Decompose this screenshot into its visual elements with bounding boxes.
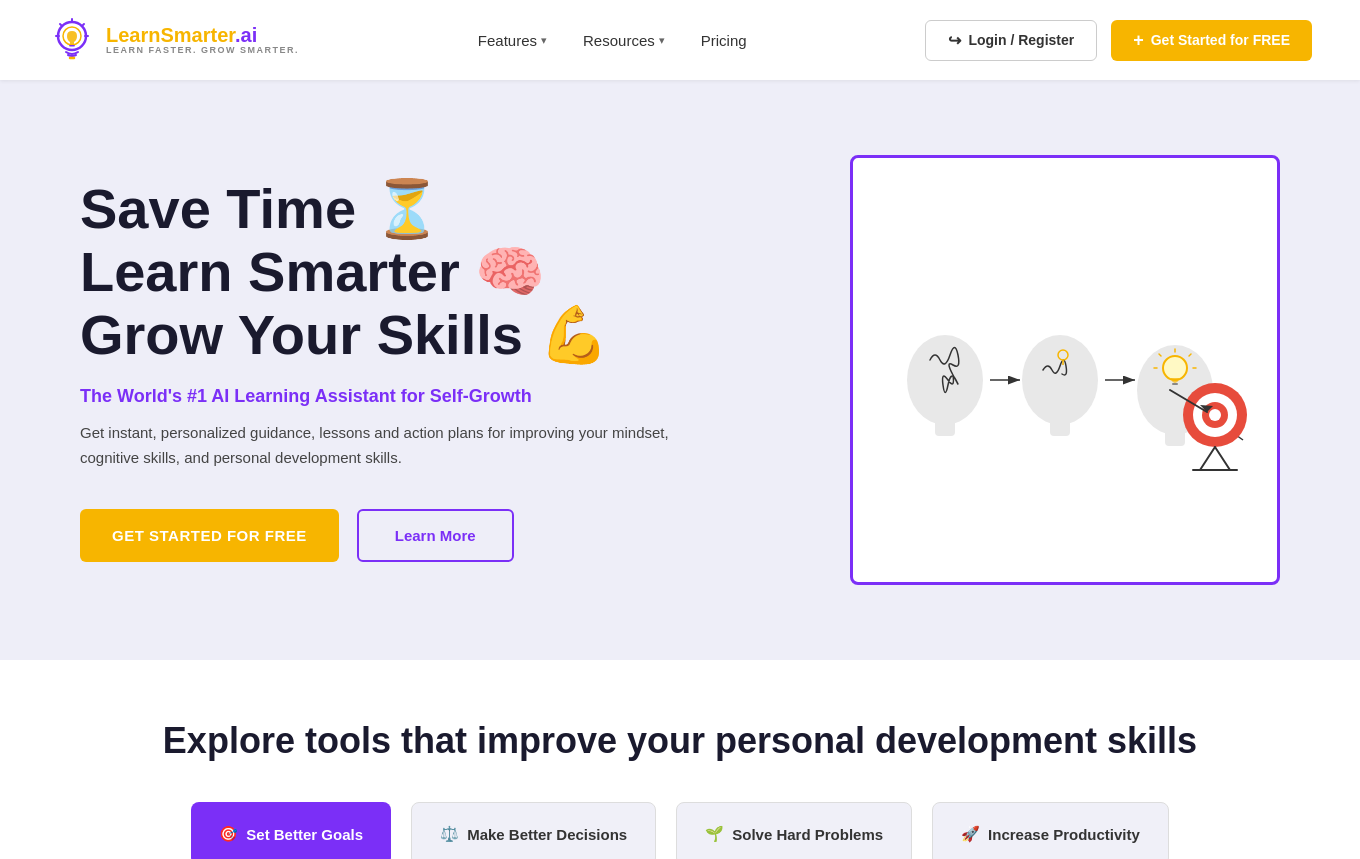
nav-features[interactable]: Features ▾ — [478, 32, 547, 49]
tools-section: Explore tools that improve your personal… — [0, 660, 1360, 859]
logo[interactable]: LearnSmarter.ai LEARN FASTER. GROW SMART… — [48, 16, 299, 64]
hero-cta-button[interactable]: GET STARTED FOR FREE — [80, 509, 339, 562]
logo-name: LearnSmarter — [106, 24, 235, 46]
hero-headline: Save Time ⏳ Learn Smarter 🧠 Grow Your Sk… — [80, 178, 680, 366]
productivity-icon: 🚀 — [961, 825, 980, 843]
svg-rect-17 — [1165, 428, 1185, 446]
tools-row: 🎯 Set Better Goals ⚖️ Make Better Decisi… — [80, 802, 1280, 859]
logo-icon — [48, 16, 96, 64]
hero-description: Get instant, personalized guidance, less… — [80, 421, 680, 471]
tool-goals[interactable]: 🎯 Set Better Goals — [191, 802, 391, 859]
login-button[interactable]: ↪ Login / Register — [925, 20, 1097, 61]
svg-point-29 — [1209, 409, 1221, 421]
hero-buttons: GET STARTED FOR FREE Learn More — [80, 509, 680, 562]
chevron-down-icon: ▾ — [541, 34, 547, 47]
svg-rect-9 — [935, 418, 955, 436]
tools-section-title: Explore tools that improve your personal… — [80, 720, 1280, 762]
svg-line-33 — [1215, 447, 1230, 470]
goals-icon: 🎯 — [219, 825, 238, 843]
hero-left: Save Time ⏳ Learn Smarter 🧠 Grow Your Sk… — [80, 178, 680, 562]
hero-illustration — [875, 220, 1255, 520]
svg-line-32 — [1200, 447, 1215, 470]
svg-rect-19 — [1172, 383, 1178, 385]
nav-links: Features ▾ Resources ▾ Pricing — [478, 32, 747, 49]
svg-rect-2 — [69, 45, 75, 47]
nav-pricing[interactable]: Pricing — [701, 32, 747, 49]
hero-image — [850, 155, 1280, 585]
logo-tagline: LEARN FASTER. GROW SMARTER. — [106, 46, 299, 56]
decisions-icon: ⚖️ — [440, 825, 459, 843]
problems-icon: 🌱 — [705, 825, 724, 843]
svg-point-18 — [1163, 356, 1187, 380]
get-started-nav-button[interactable]: + Get Started for FREE — [1111, 20, 1312, 61]
hero-subtitle: The World's #1 AI Learning Assistant for… — [80, 386, 680, 407]
hero-section: Save Time ⏳ Learn Smarter 🧠 Grow Your Sk… — [0, 80, 1360, 660]
logo-ai: .ai — [235, 24, 257, 46]
chevron-down-icon: ▾ — [659, 34, 665, 47]
login-icon: ↪ — [948, 31, 961, 50]
tool-productivity[interactable]: 🚀 Increase Productivity — [932, 802, 1169, 859]
logo-text: LearnSmarter.ai LEARN FASTER. GROW SMART… — [106, 24, 299, 56]
learn-more-button[interactable]: Learn More — [357, 509, 514, 562]
svg-point-11 — [1022, 335, 1098, 425]
nav-resources[interactable]: Resources ▾ — [583, 32, 665, 49]
svg-point-8 — [907, 335, 983, 425]
tool-problems[interactable]: 🌱 Solve Hard Problems — [676, 802, 912, 859]
navbar: LearnSmarter.ai LEARN FASTER. GROW SMART… — [0, 0, 1360, 80]
nav-actions: ↪ Login / Register + Get Started for FRE… — [925, 20, 1312, 61]
svg-line-5 — [60, 24, 62, 26]
svg-line-4 — [82, 24, 84, 26]
svg-rect-12 — [1050, 418, 1070, 436]
tool-decisions[interactable]: ⚖️ Make Better Decisions — [411, 802, 656, 859]
plus-icon: + — [1133, 30, 1144, 51]
